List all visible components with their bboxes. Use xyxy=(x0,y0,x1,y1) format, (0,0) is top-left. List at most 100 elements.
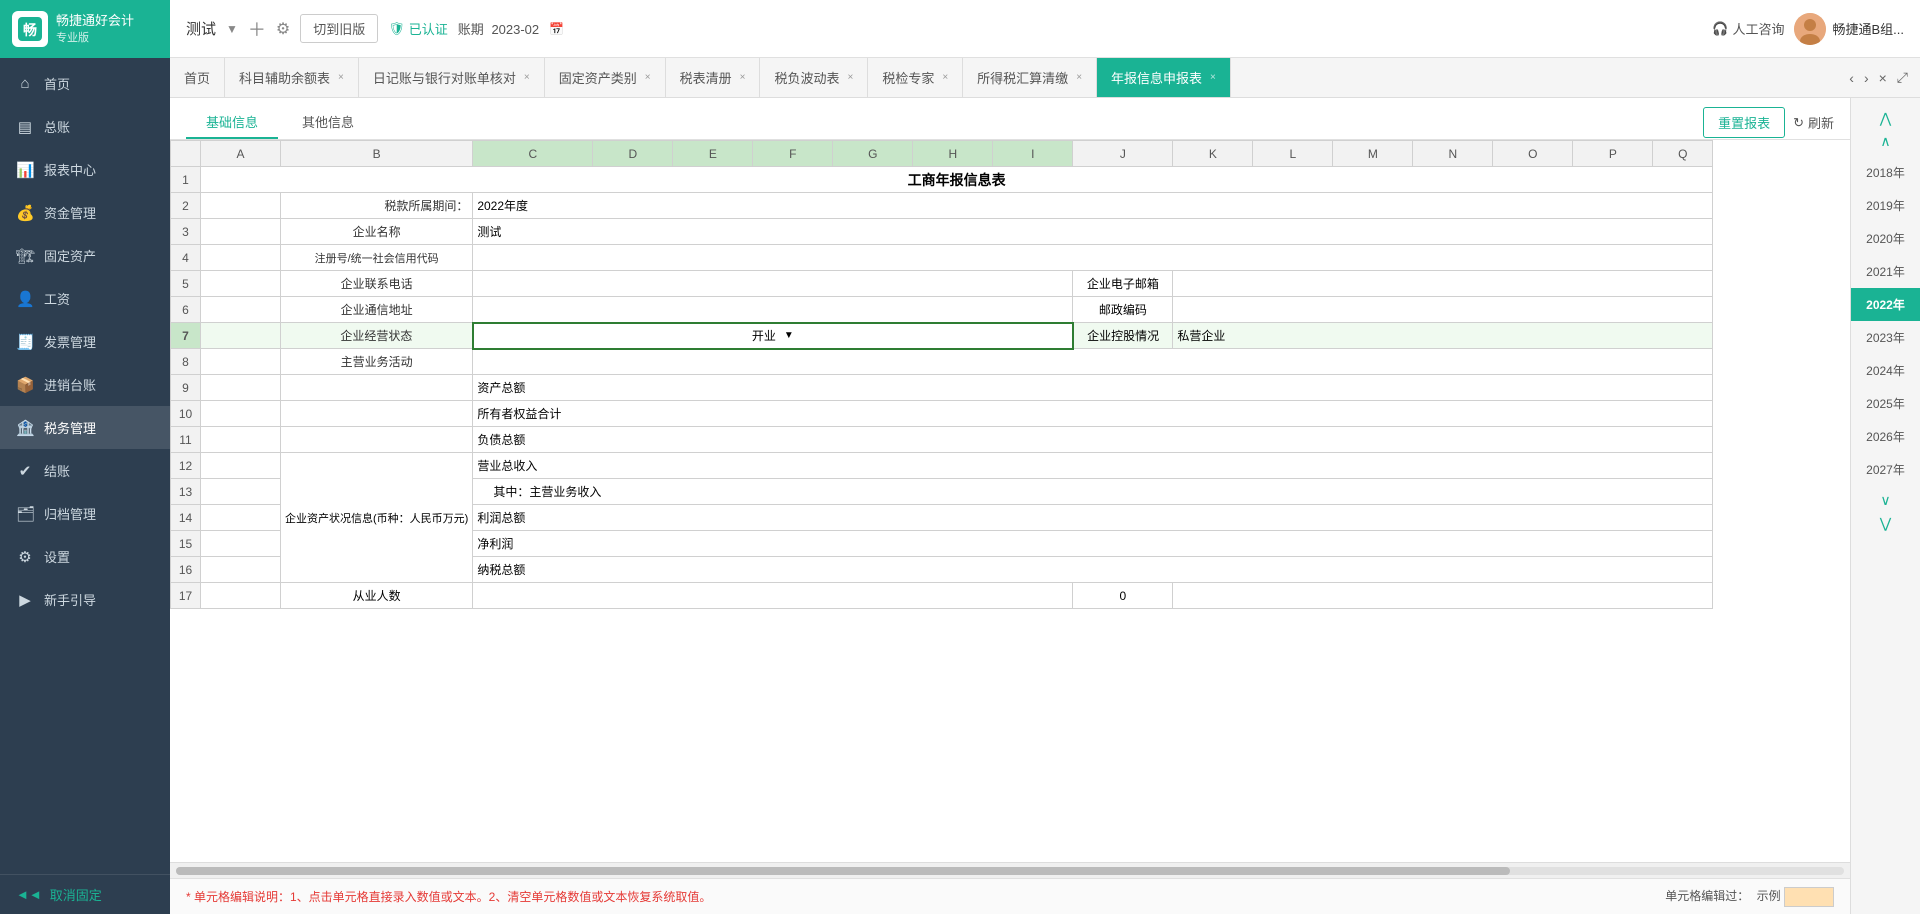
tab-close-tax-expert[interactable]: × xyxy=(942,72,948,83)
col-header-O[interactable]: O xyxy=(1493,141,1573,167)
year-item-2022[interactable]: 2022年 xyxy=(1851,288,1920,321)
cell-11B[interactable] xyxy=(281,427,473,453)
dropdown-arrow-icon[interactable]: ▼ xyxy=(226,22,238,36)
tab-close-aux-balance[interactable]: × xyxy=(338,72,344,83)
cell-10A[interactable] xyxy=(201,401,281,427)
col-header-C[interactable]: C xyxy=(473,141,593,167)
year-item-2023[interactable]: 2023年 xyxy=(1851,321,1920,354)
subtab-basic[interactable]: 基础信息 xyxy=(186,106,278,139)
cell-5K[interactable] xyxy=(1173,271,1713,297)
col-header-M[interactable]: M xyxy=(1333,141,1413,167)
col-header-A[interactable]: A xyxy=(201,141,281,167)
tab-tax-table[interactable]: 税表清册 × xyxy=(666,58,761,97)
cell-6K[interactable] xyxy=(1173,297,1713,323)
year-item-2018[interactable]: 2018年 xyxy=(1851,156,1920,189)
cell-17A[interactable] xyxy=(201,583,281,609)
cell-11A[interactable] xyxy=(201,427,281,453)
year-scroll-down[interactable]: ∨ xyxy=(1878,490,1892,511)
cell-13A[interactable] xyxy=(201,479,281,505)
tab-close-tax-table[interactable]: × xyxy=(740,72,746,83)
cell-4C[interactable] xyxy=(473,245,1713,271)
cell-15A[interactable] xyxy=(201,531,281,557)
col-header-G[interactable]: G xyxy=(833,141,913,167)
tab-expand-button[interactable]: ⤢ xyxy=(1893,67,1912,88)
cell-12A[interactable] xyxy=(201,453,281,479)
cell-2A[interactable] xyxy=(201,193,281,219)
subtab-other[interactable]: 其他信息 xyxy=(282,106,374,139)
year-item-2020[interactable]: 2020年 xyxy=(1851,222,1920,255)
year-scroll-up-double[interactable]: ⋀ xyxy=(1876,106,1895,131)
col-header-D[interactable]: D xyxy=(593,141,673,167)
cell-10B[interactable] xyxy=(281,401,473,427)
col-header-F[interactable]: F xyxy=(753,141,833,167)
old-version-button[interactable]: 切到旧版 xyxy=(300,14,378,43)
cell-7A[interactable] xyxy=(201,323,281,349)
year-item-2027[interactable]: 2027年 xyxy=(1851,453,1920,486)
cell-15C[interactable]: 净利润 xyxy=(473,531,1713,557)
cell-2C[interactable]: 2022年度 xyxy=(473,193,1713,219)
col-header-P[interactable]: P xyxy=(1573,141,1653,167)
sidebar-item-reports[interactable]: 📊 报表中心 xyxy=(0,148,170,191)
reset-button[interactable]: 重置报表 xyxy=(1703,107,1785,138)
sidebar-item-salary[interactable]: 👤 工资 xyxy=(0,277,170,320)
sidebar-item-guide[interactable]: ▶ 新手引导 xyxy=(0,578,170,621)
cell-8C[interactable] xyxy=(473,349,1713,375)
cell-9A[interactable] xyxy=(201,375,281,401)
year-item-2019[interactable]: 2019年 xyxy=(1851,189,1920,222)
cell-title[interactable]: 工商年报信息表 xyxy=(201,167,1713,193)
sidebar-item-settlement[interactable]: ✔ 结账 xyxy=(0,449,170,492)
cell-7C-dropdown[interactable]: 开业 ▼ xyxy=(473,323,1073,349)
year-scroll-up[interactable]: ∧ xyxy=(1878,131,1892,152)
sidebar-item-home[interactable]: ⌂ 首页 xyxy=(0,62,170,105)
col-header-L[interactable]: L xyxy=(1253,141,1333,167)
tab-next-button[interactable]: › xyxy=(1860,68,1873,88)
cell-3C[interactable]: 测试 xyxy=(473,219,1713,245)
user-menu[interactable]: 畅捷通B组... xyxy=(1794,13,1904,45)
tab-close-journal-bank[interactable]: × xyxy=(524,72,530,83)
col-header-N[interactable]: N xyxy=(1413,141,1493,167)
year-item-2021[interactable]: 2021年 xyxy=(1851,255,1920,288)
calendar-icon[interactable]: 📅 xyxy=(549,22,564,36)
cell-4A[interactable] xyxy=(201,245,281,271)
sidebar-item-archive[interactable]: 🗂 归档管理 xyxy=(0,492,170,535)
cell-9C[interactable]: 资产总额 xyxy=(473,375,1713,401)
tab-tax-wave[interactable]: 税负波动表 × xyxy=(760,58,868,97)
refresh-button[interactable]: ↻ 刷新 xyxy=(1793,113,1834,132)
tab-close-fixed-assets-type[interactable]: × xyxy=(645,72,651,83)
sidebar-item-purchase-sale[interactable]: 📦 进销台账 xyxy=(0,363,170,406)
col-header-K[interactable]: K xyxy=(1173,141,1253,167)
cell-14A[interactable] xyxy=(201,505,281,531)
year-item-2024[interactable]: 2024年 xyxy=(1851,354,1920,387)
sidebar-item-invoice[interactable]: 🧾 发票管理 xyxy=(0,320,170,363)
sidebar-item-fixed-assets[interactable]: 🏗 固定资产 xyxy=(0,234,170,277)
sidebar-unpin[interactable]: ◄◄ 取消固定 xyxy=(0,874,170,914)
cell-5A[interactable] xyxy=(201,271,281,297)
tab-prev-button[interactable]: ‹ xyxy=(1845,68,1858,88)
cell-17C[interactable] xyxy=(473,583,1073,609)
col-header-Q[interactable]: Q xyxy=(1653,141,1713,167)
sheet-scroll-area[interactable]: A B C D E F G H I J K L xyxy=(170,140,1850,862)
col-header-J[interactable]: J xyxy=(1073,141,1173,167)
cell-11C[interactable]: 负债总额 xyxy=(473,427,1713,453)
add-tab-button[interactable]: ＋ xyxy=(248,16,266,42)
cell-17K[interactable] xyxy=(1173,583,1713,609)
cell-7K[interactable]: 私营企业 xyxy=(1173,323,1713,349)
tab-aux-balance[interactable]: 科目辅助余额表 × xyxy=(225,58,359,97)
tab-close-annual-report[interactable]: × xyxy=(1210,72,1216,83)
tab-annual-report[interactable]: 年报信息申报表 × xyxy=(1097,58,1231,97)
tab-tax-expert[interactable]: 税检专家 × xyxy=(868,58,963,97)
cell-12C[interactable]: 营业总收入 xyxy=(473,453,1713,479)
tab-close-tax-wave[interactable]: × xyxy=(847,72,853,83)
sidebar-item-settings[interactable]: ⚙ 设置 xyxy=(0,535,170,578)
col-header-E[interactable]: E xyxy=(673,141,753,167)
horizontal-scrollbar[interactable] xyxy=(170,862,1850,878)
cell-9B[interactable] xyxy=(281,375,473,401)
tab-journal-bank[interactable]: 日记账与银行对账单核对 × xyxy=(359,58,545,97)
tab-close-tax-calc[interactable]: × xyxy=(1076,72,1082,83)
sidebar-item-tax[interactable]: 🏦 税务管理 xyxy=(0,406,170,449)
col-header-I[interactable]: I xyxy=(993,141,1073,167)
col-header-B[interactable]: B xyxy=(281,141,473,167)
tab-home[interactable]: 首页 xyxy=(170,58,225,97)
cell-17J[interactable]: 0 xyxy=(1073,583,1173,609)
sidebar-item-capital[interactable]: 💰 资金管理 xyxy=(0,191,170,234)
